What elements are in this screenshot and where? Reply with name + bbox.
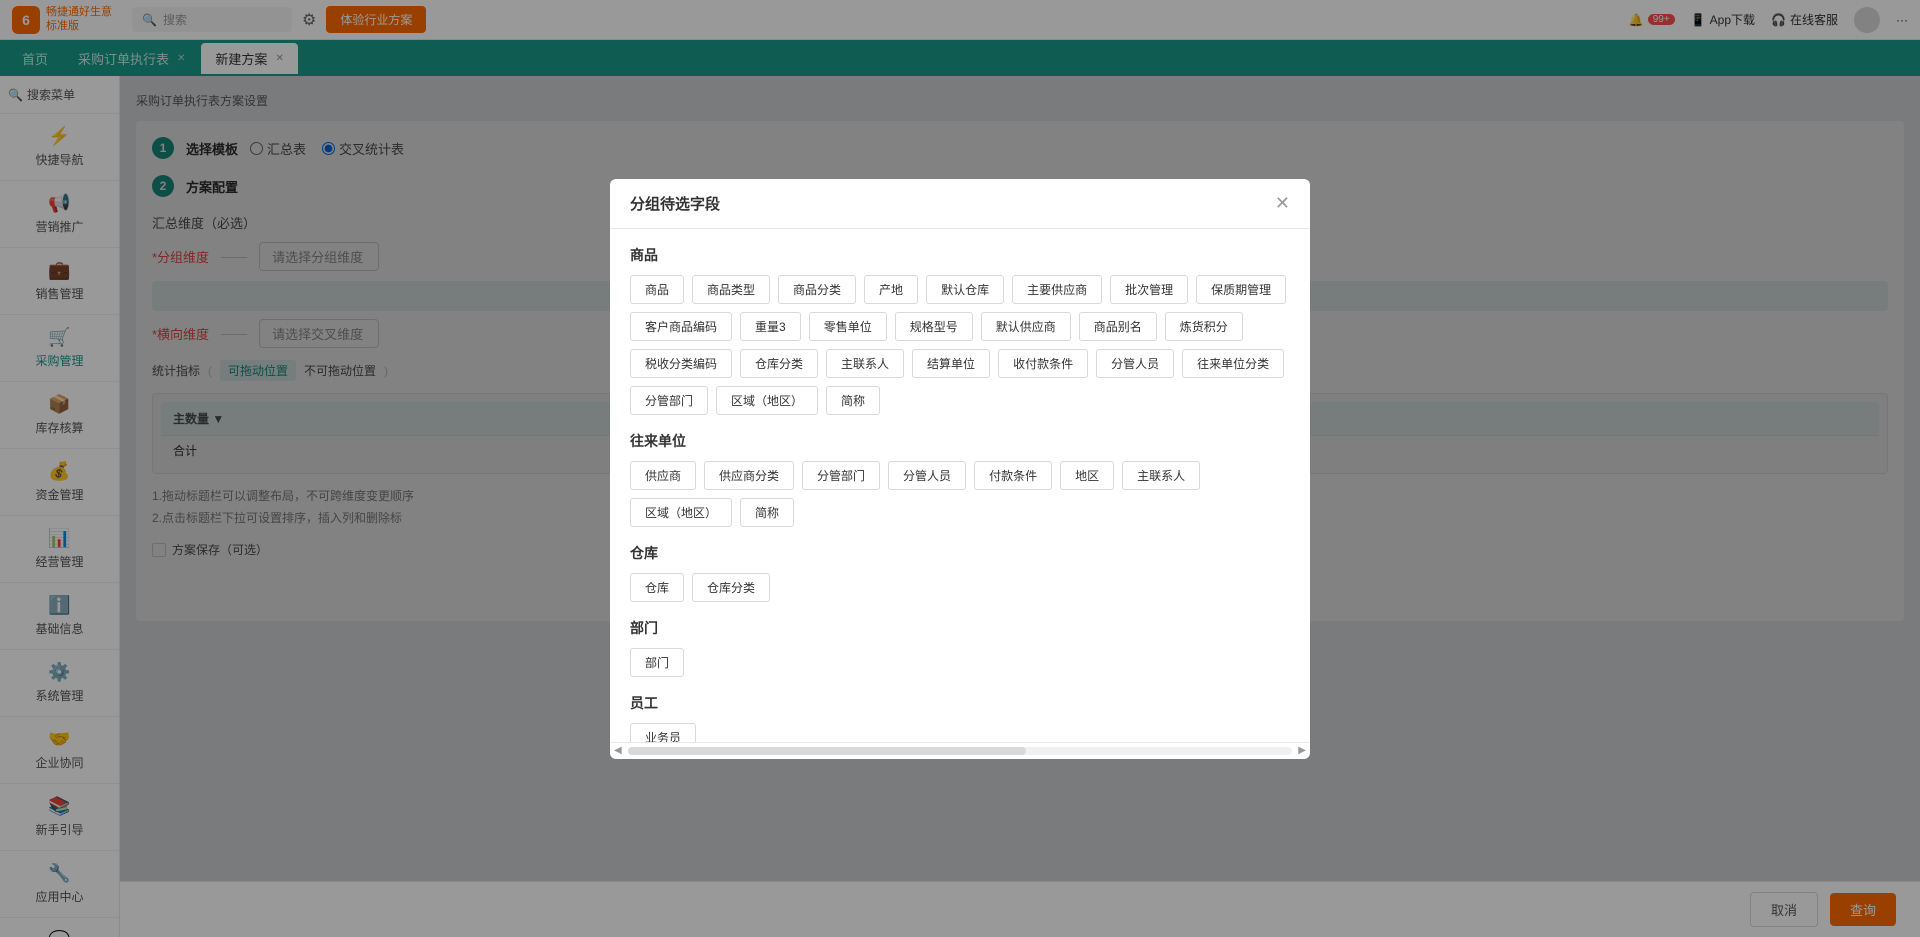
field-tag-分管部门[interactable]: 分管部门 (630, 386, 708, 415)
section-partner: 往来单位供应商供应商分类分管部门分管人员付款条件地区主联系人区域（地区） 简称 (630, 431, 1290, 527)
modal-close-icon[interactable]: ✕ (1275, 193, 1290, 214)
field-tag-供应商[interactable]: 供应商 (630, 461, 696, 490)
scroll-thumb (628, 747, 1027, 755)
section-title-goods: 商品 (630, 245, 1290, 265)
field-tag-重量3[interactable]: 重量3 (740, 312, 801, 341)
field-tag-主联系人[interactable]: 主联系人 (826, 349, 904, 378)
modal-overlay: 分组待选字段 ✕ 商品商品商品类型商品分类产地默认仓库主要供应商批次管理保质期管… (0, 0, 1920, 937)
field-tag-产地[interactable]: 产地 (864, 275, 918, 304)
field-tag-零售单位[interactable]: 零售单位 (809, 312, 887, 341)
scroll-right-icon[interactable]: ▶ (1298, 745, 1306, 756)
scroll-left-icon[interactable]: ◀ (614, 745, 622, 756)
field-tag-业务员[interactable]: 业务员 (630, 723, 696, 743)
field-tag-供应商分类[interactable]: 供应商分类 (704, 461, 794, 490)
field-tags-dept: 部门 (630, 648, 1290, 677)
section-title-dept: 部门 (630, 618, 1290, 638)
field-tag-规格型号[interactable]: 规格型号 (895, 312, 973, 341)
section-warehouse: 仓库仓库仓库分类 (630, 543, 1290, 602)
modal-body: 商品商品商品类型商品分类产地默认仓库主要供应商批次管理保质期管理客户商品编码重量… (610, 229, 1310, 743)
field-tag-保质期管理[interactable]: 保质期管理 (1196, 275, 1286, 304)
field-tag-税收分类编码[interactable]: 税收分类编码 (630, 349, 732, 378)
field-tag-商品分类[interactable]: 商品分类 (778, 275, 856, 304)
field-tag-往来单位分类[interactable]: 往来单位分类 (1182, 349, 1284, 378)
scroll-track (628, 747, 1293, 755)
field-tag-仓库分类[interactable]: 仓库分类 (692, 573, 770, 602)
section-employee: 员工业务员 (630, 693, 1290, 743)
field-tag-地区[interactable]: 地区 (1060, 461, 1114, 490)
field-tag-付款条件[interactable]: 付款条件 (974, 461, 1052, 490)
field-tag-商品类型[interactable]: 商品类型 (692, 275, 770, 304)
field-tag-分管人员[interactable]: 分管人员 (1096, 349, 1174, 378)
field-tag-客户商品编码[interactable]: 客户商品编码 (630, 312, 732, 341)
field-tags-warehouse: 仓库仓库分类 (630, 573, 1290, 602)
field-tag-仓库[interactable]: 仓库 (630, 573, 684, 602)
field-tag-简称[interactable]: 简称 (826, 386, 880, 415)
section-title-partner: 往来单位 (630, 431, 1290, 451)
field-tags-goods: 商品商品类型商品分类产地默认仓库主要供应商批次管理保质期管理客户商品编码重量3 零… (630, 275, 1290, 415)
modal-header: 分组待选字段 ✕ (610, 179, 1310, 229)
field-tag-简称[interactable]: 简称 (740, 498, 794, 527)
field-tag-区域（地区）[interactable]: 区域（地区） (716, 386, 818, 415)
field-tag-炼货积分[interactable]: 炼货积分 (1165, 312, 1243, 341)
section-dept: 部门部门 (630, 618, 1290, 677)
field-tag-结算单位[interactable]: 结算单位 (912, 349, 990, 378)
field-tag-部门[interactable]: 部门 (630, 648, 684, 677)
modal-title: 分组待选字段 (630, 193, 720, 214)
section-goods: 商品商品商品类型商品分类产地默认仓库主要供应商批次管理保质期管理客户商品编码重量… (630, 245, 1290, 415)
field-tag-批次管理[interactable]: 批次管理 (1110, 275, 1188, 304)
modal-dialog: 分组待选字段 ✕ 商品商品商品类型商品分类产地默认仓库主要供应商批次管理保质期管… (610, 179, 1310, 759)
field-tag-商品别名[interactable]: 商品别名 (1079, 312, 1157, 341)
field-tags-partner: 供应商供应商分类分管部门分管人员付款条件地区主联系人区域（地区） 简称 (630, 461, 1290, 527)
field-tags-employee: 业务员 (630, 723, 1290, 743)
field-tag-仓库分类[interactable]: 仓库分类 (740, 349, 818, 378)
field-tag-默认仓库[interactable]: 默认仓库 (926, 275, 1004, 304)
modal-scrollbar-area: ◀ ▶ (610, 742, 1310, 758)
field-tag-主联系人[interactable]: 主联系人 (1122, 461, 1200, 490)
field-tag-分管部门[interactable]: 分管部门 (802, 461, 880, 490)
field-tag-商品[interactable]: 商品 (630, 275, 684, 304)
field-tag-分管人员[interactable]: 分管人员 (888, 461, 966, 490)
section-title-warehouse: 仓库 (630, 543, 1290, 563)
field-tag-区域（地区）[interactable]: 区域（地区） (630, 498, 732, 527)
field-tag-默认供应商[interactable]: 默认供应商 (981, 312, 1071, 341)
field-tag-主要供应商[interactable]: 主要供应商 (1012, 275, 1102, 304)
field-tag-收付款条件[interactable]: 收付款条件 (998, 349, 1088, 378)
section-title-employee: 员工 (630, 693, 1290, 713)
